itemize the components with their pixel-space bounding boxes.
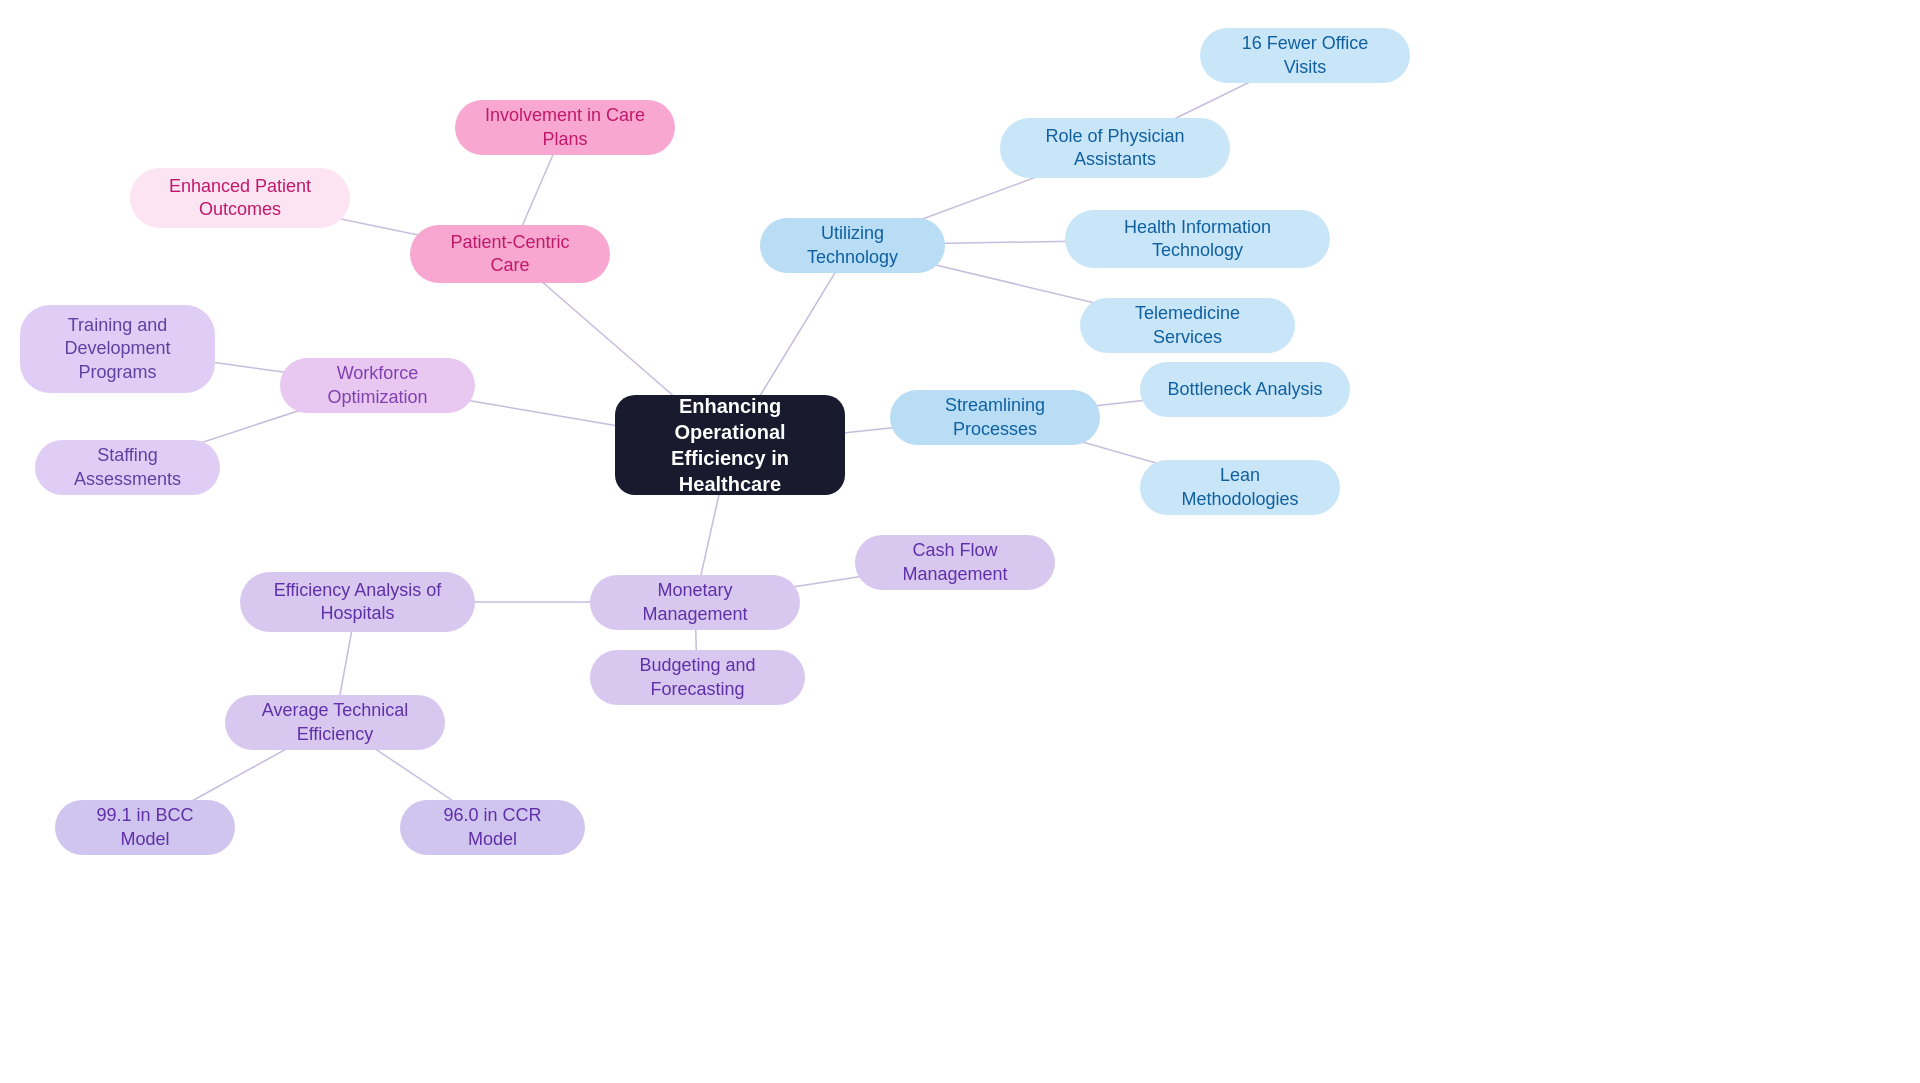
bottleneck-analysis-node: Bottleneck Analysis — [1140, 362, 1350, 417]
avg-technical-efficiency-node: Average Technical Efficiency — [225, 695, 445, 750]
enhanced-patient-outcomes-node: Enhanced Patient Outcomes — [130, 168, 350, 228]
streamlining-processes-node: Streamlining Processes — [890, 390, 1100, 445]
efficiency-analysis-node: Efficiency Analysis of Hospitals — [240, 572, 475, 632]
workforce-optimization-node: Workforce Optimization — [280, 358, 475, 413]
patient-centric-care-node: Patient-Centric Care — [410, 225, 610, 283]
telemedicine-services-node: Telemedicine Services — [1080, 298, 1295, 353]
center-node: Enhancing Operational Efficiency in Heal… — [615, 395, 845, 495]
bcc-model-node: 99.1 in BCC Model — [55, 800, 235, 855]
role-physician-assistants-node: Role of Physician Assistants — [1000, 118, 1230, 178]
lean-methodologies-node: Lean Methodologies — [1140, 460, 1340, 515]
training-development-node: Training and Development Programs — [20, 305, 215, 393]
staffing-assessments-node: Staffing Assessments — [35, 440, 220, 495]
cash-flow-management-node: Cash Flow Management — [855, 535, 1055, 590]
utilizing-technology-node: Utilizing Technology — [760, 218, 945, 273]
health-info-tech-node: Health Information Technology — [1065, 210, 1330, 268]
fewer-office-visits-node: 16 Fewer Office Visits — [1200, 28, 1410, 83]
budgeting-forecasting-node: Budgeting and Forecasting — [590, 650, 805, 705]
involvement-care-plans-node: Involvement in Care Plans — [455, 100, 675, 155]
ccr-model-node: 96.0 in CCR Model — [400, 800, 585, 855]
monetary-management-node: Monetary Management — [590, 575, 800, 630]
